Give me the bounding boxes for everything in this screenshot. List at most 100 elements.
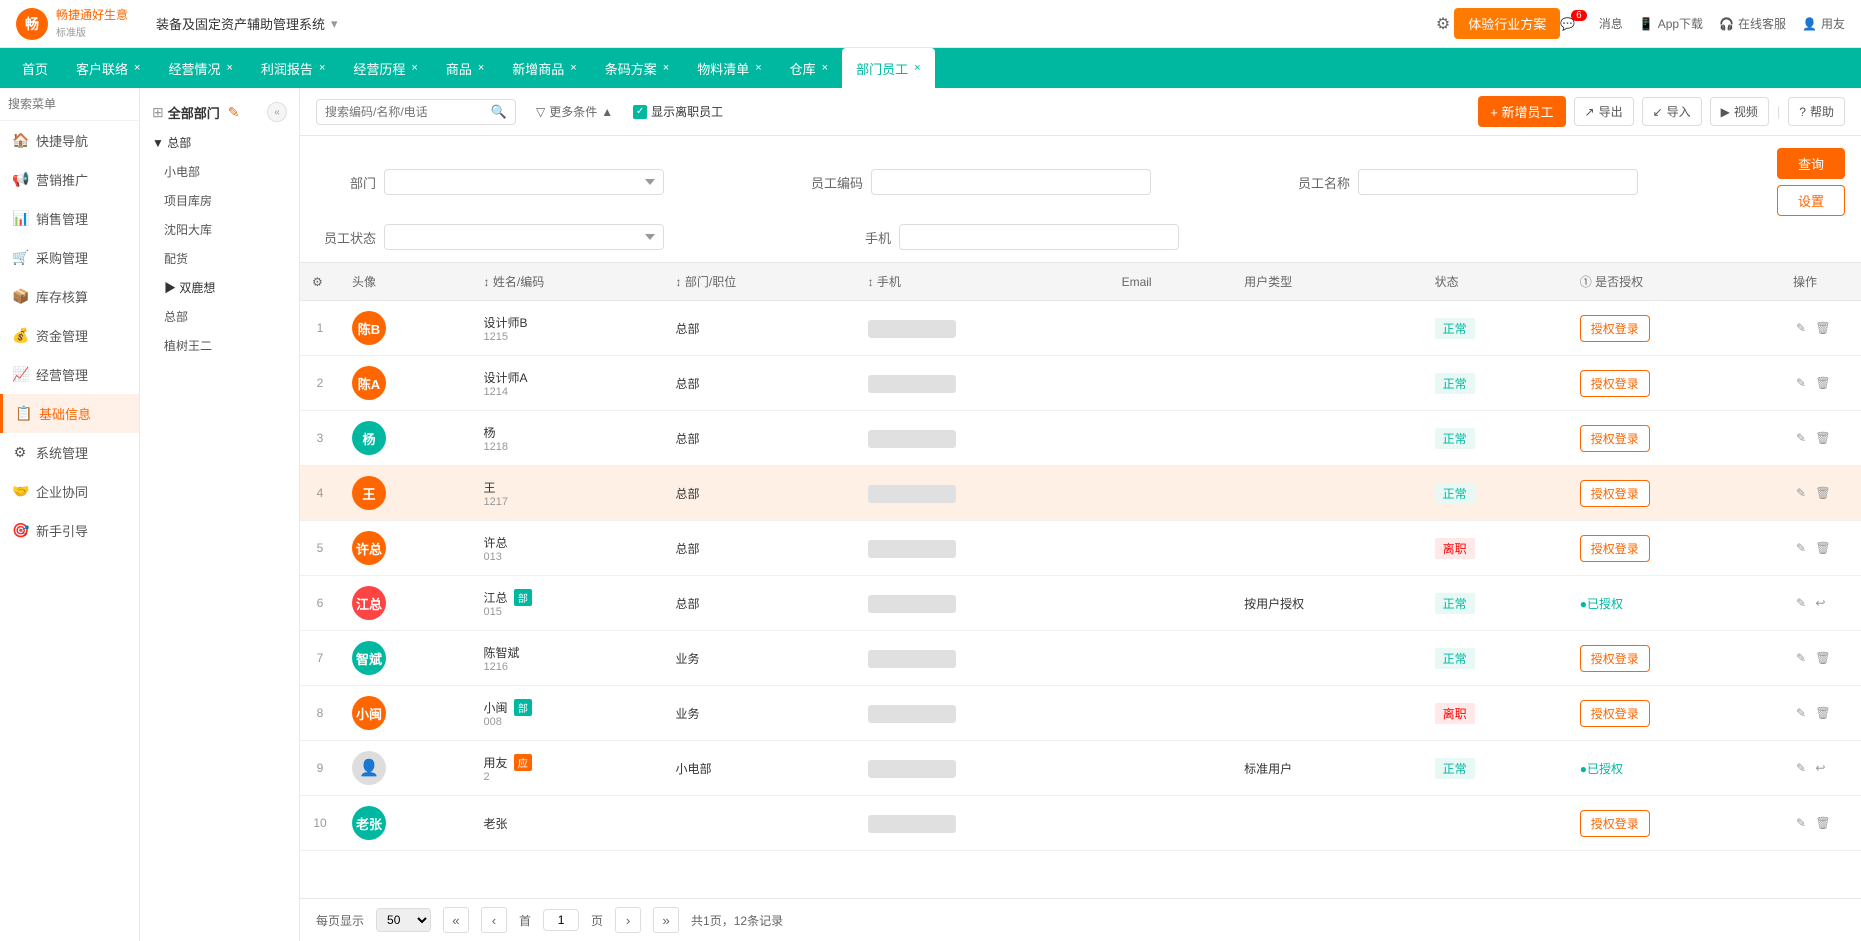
set-button[interactable]: 设置 — [1777, 185, 1845, 216]
edit-btn-2[interactable]: ✎ — [1793, 376, 1809, 390]
prev-page-btn[interactable]: ‹ — [481, 907, 507, 933]
sidebar-item-system[interactable]: ⚙ 系统管理 — [0, 433, 139, 472]
user-item[interactable]: 👤 用友 — [1802, 15, 1845, 32]
delete-btn-10[interactable]: 🗑 — [1812, 816, 1833, 830]
nav-item-goods[interactable]: 商品 × — [432, 48, 498, 88]
authorize-btn-10[interactable]: 授权登录 — [1580, 810, 1650, 837]
close-history[interactable]: × — [411, 62, 417, 74]
nav-item-barcode[interactable]: 条码方案 × — [591, 48, 683, 88]
emp-name-input[interactable] — [1358, 169, 1638, 195]
delete-btn-3[interactable]: 🗑 — [1812, 431, 1833, 445]
page-size-select[interactable]: 50 100 200 — [376, 908, 431, 932]
nav-item-staff[interactable]: 部门员工 × — [842, 48, 934, 88]
close-barcode[interactable]: × — [663, 62, 669, 74]
close-add-goods[interactable]: × — [570, 62, 576, 74]
add-employee-button[interactable]: + 新增员工 — [1478, 96, 1565, 127]
view-button[interactable]: ▶ 视频 — [1710, 97, 1769, 126]
close-goods[interactable]: × — [478, 62, 484, 74]
nav-item-customer[interactable]: 客户联络 × — [62, 48, 154, 88]
col-settings[interactable]: ⚙ — [300, 263, 340, 301]
sidebar-item-basic[interactable]: 📋 基础信息 — [0, 394, 139, 433]
dept-item-plant-king[interactable]: 植树王二 — [140, 331, 299, 360]
edit-btn-9[interactable]: ✎ — [1793, 761, 1809, 775]
authorize-btn-3[interactable]: 授权登录 — [1580, 425, 1650, 452]
delete-btn-5[interactable]: 🗑 — [1812, 541, 1833, 555]
help-button[interactable]: ? 帮助 — [1788, 97, 1845, 126]
edit-btn-5[interactable]: ✎ — [1793, 541, 1809, 555]
authorize-btn-8[interactable]: 授权登录 — [1580, 700, 1650, 727]
dept-item-head-office[interactable]: 总部 — [140, 302, 299, 331]
dept-select[interactable] — [384, 169, 664, 195]
query-button[interactable]: 查询 — [1777, 148, 1845, 179]
edit-btn-4[interactable]: ✎ — [1793, 486, 1809, 500]
sidebar-item-purchase[interactable]: 🛒 采购管理 — [0, 238, 139, 277]
system-title-arrow[interactable]: ▾ — [331, 16, 338, 32]
delete-btn-6[interactable]: ↩ — [1812, 596, 1828, 610]
sidebar-item-collab[interactable]: 🤝 企业协同 — [0, 472, 139, 511]
sidebar-item-quicknav[interactable]: 🏠 快捷导航 — [0, 121, 139, 160]
edit-btn-3[interactable]: ✎ — [1793, 431, 1809, 445]
edit-btn-8[interactable]: ✎ — [1793, 706, 1809, 720]
edit-btn-6[interactable]: ✎ — [1793, 596, 1809, 610]
phone-input[interactable] — [899, 224, 1179, 250]
authorize-btn-5[interactable]: 授权登录 — [1580, 535, 1650, 562]
authorize-btn-2[interactable]: 授权登录 — [1580, 370, 1650, 397]
edit-btn-1[interactable]: ✎ — [1793, 321, 1809, 335]
page-number-input[interactable] — [543, 909, 579, 931]
dept-item-small-elec[interactable]: 小电部 — [140, 157, 299, 186]
trial-button[interactable]: 体验行业方案 — [1454, 8, 1560, 39]
export-button[interactable]: ↗ 导出 — [1574, 97, 1634, 126]
close-customer[interactable]: × — [134, 62, 140, 74]
dept-group-head[interactable]: ▼ 总部 — [140, 128, 299, 157]
nav-item-add-goods[interactable]: 新增商品 × — [498, 48, 590, 88]
nav-item-home[interactable]: 首页 — [8, 48, 62, 88]
authorize-btn-4[interactable]: 授权登录 — [1580, 480, 1650, 507]
close-operation[interactable]: × — [226, 62, 232, 74]
edit-btn-10[interactable]: ✎ — [1793, 816, 1809, 830]
delete-btn-9[interactable]: ↩ — [1812, 761, 1828, 775]
close-staff[interactable]: × — [914, 62, 920, 74]
close-warehouse[interactable]: × — [822, 62, 828, 74]
col-dept-pos[interactable]: ↕ 部门/职位 — [664, 263, 856, 301]
edit-btn-7[interactable]: ✎ — [1793, 651, 1809, 665]
search-input[interactable] — [325, 105, 487, 119]
nav-item-profit[interactable]: 利润报告 × — [247, 48, 339, 88]
dept-collapse-btn[interactable]: « — [267, 102, 287, 122]
last-page-btn[interactable]: » — [653, 907, 679, 933]
nav-item-warehouse[interactable]: 仓库 × — [776, 48, 842, 88]
dept-item-project-room[interactable]: 项目库房 — [140, 186, 299, 215]
show-former-wrap[interactable]: ✓ 显示离职员工 — [633, 103, 723, 120]
sidebar-item-inventory[interactable]: 📦 库存核算 — [0, 277, 139, 316]
emp-status-select[interactable] — [384, 224, 664, 250]
delete-btn-7[interactable]: 🗑 — [1812, 651, 1833, 665]
online-service-item[interactable]: 🎧 在线客服 — [1719, 15, 1786, 32]
col-phone[interactable]: ↕ 手机 — [856, 263, 1110, 301]
dept-item-distribution[interactable]: 配货 — [140, 244, 299, 273]
sidebar-item-finance[interactable]: 💰 资金管理 — [0, 316, 139, 355]
nav-item-bom[interactable]: 物料清单 × — [683, 48, 775, 88]
delete-btn-8[interactable]: 🗑 — [1812, 706, 1833, 720]
col-name-code[interactable]: ↕ 姓名/编码 — [472, 263, 664, 301]
gear-button[interactable]: ⚙ — [1432, 10, 1454, 38]
dept-item-shenyang[interactable]: 沈阳大库 — [140, 215, 299, 244]
authorize-btn-1[interactable]: 授权登录 — [1580, 315, 1650, 342]
dept-header[interactable]: ⊞ 全部部门 ✎ « — [140, 96, 299, 128]
show-former-checkbox[interactable]: ✓ — [633, 105, 647, 119]
delete-btn-4[interactable]: 🗑 — [1812, 486, 1833, 500]
sidebar-item-guide[interactable]: 🎯 新手引导 — [0, 511, 139, 550]
first-page-btn[interactable]: « — [443, 907, 469, 933]
app-download-item[interactable]: 📱 App下载 — [1639, 15, 1703, 32]
nav-item-history[interactable]: 经营历程 × — [339, 48, 431, 88]
delete-btn-1[interactable]: 🗑 — [1812, 321, 1833, 335]
sidebar-item-business[interactable]: 📈 经营管理 — [0, 355, 139, 394]
authorize-btn-7[interactable]: 授权登录 — [1580, 645, 1650, 672]
nav-item-operation[interactable]: 经营情况 × — [154, 48, 246, 88]
delete-btn-2[interactable]: 🗑 — [1812, 376, 1833, 390]
sidebar-item-marketing[interactable]: 📢 营销推广 — [0, 160, 139, 199]
close-bom[interactable]: × — [755, 62, 761, 74]
close-profit[interactable]: × — [319, 62, 325, 74]
sidebar-item-sales[interactable]: 📊 销售管理 — [0, 199, 139, 238]
dept-group-double[interactable]: ▶ 双鹿想 — [140, 273, 299, 302]
next-page-btn[interactable]: › — [615, 907, 641, 933]
dept-edit-icon[interactable]: ✎ — [228, 104, 240, 121]
